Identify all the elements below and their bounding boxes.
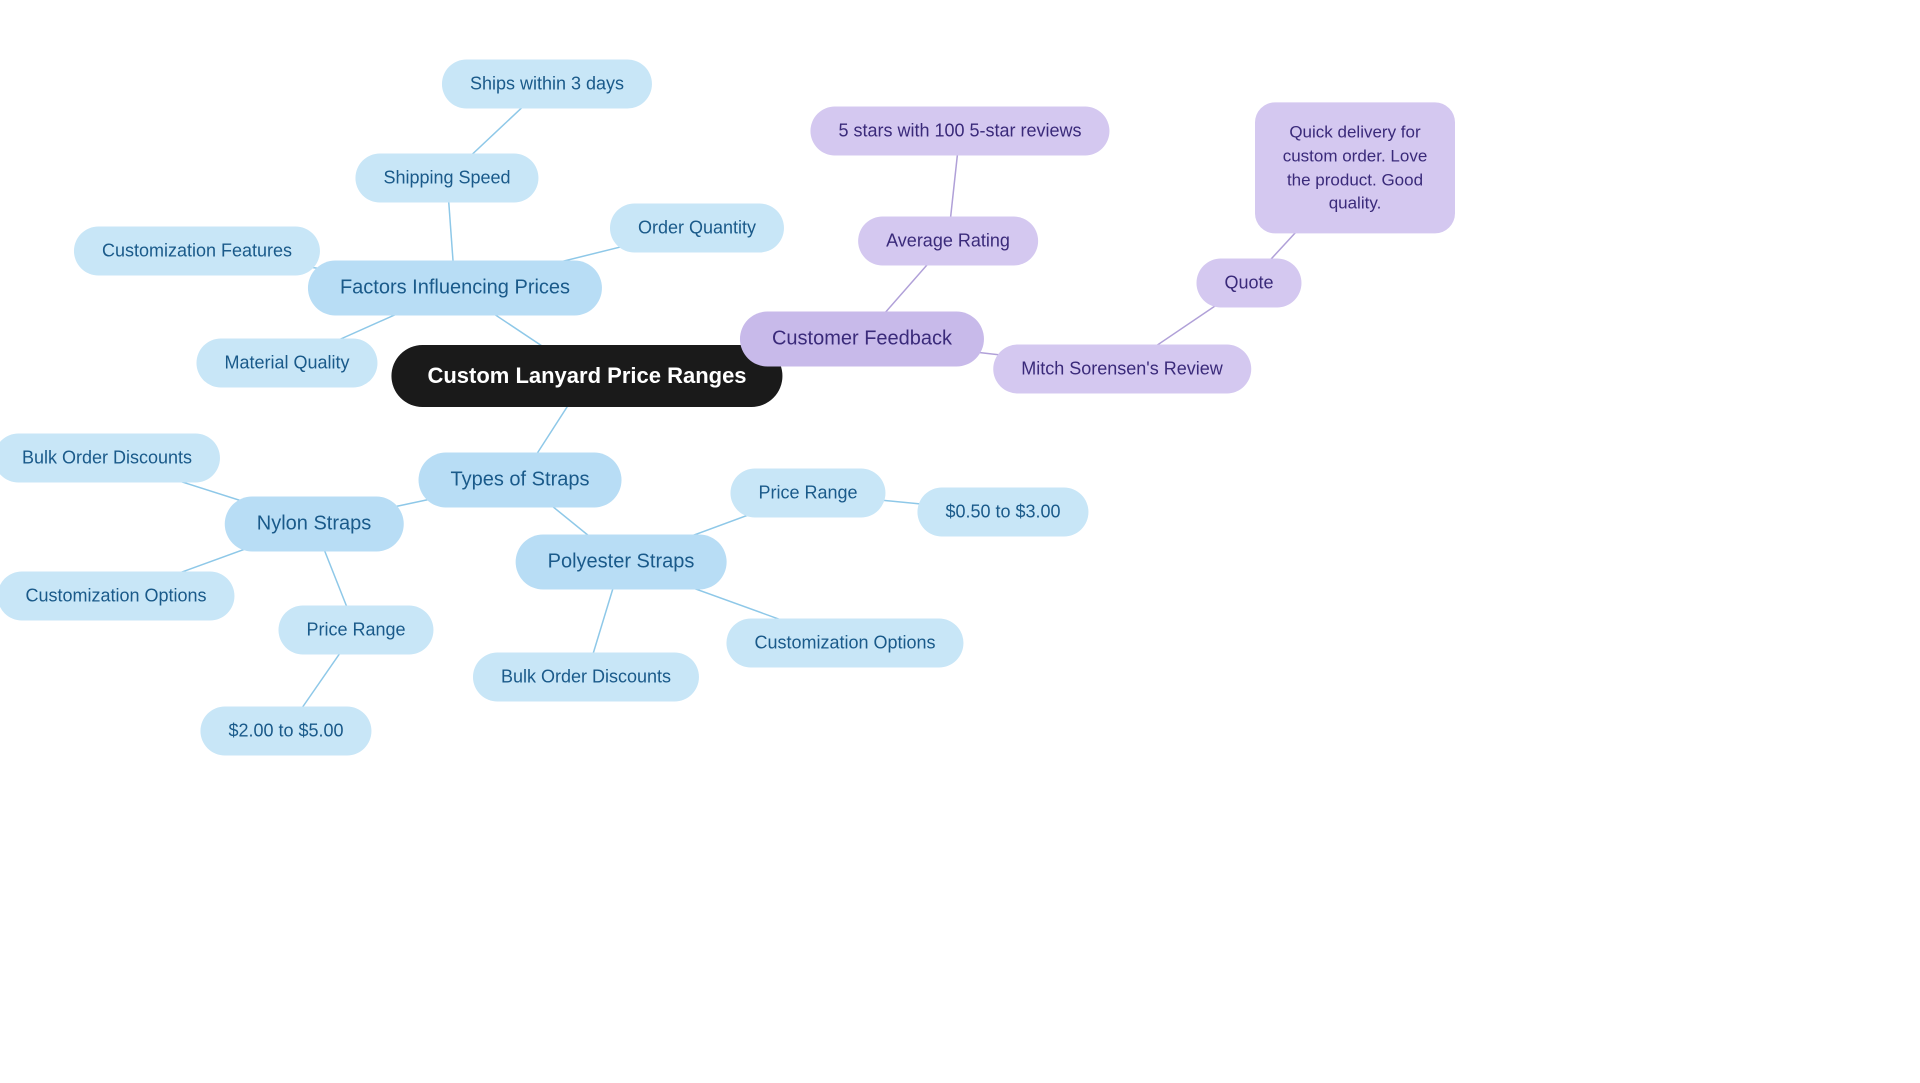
mindmap-container: Custom Lanyard Price Ranges Factors Infl… <box>0 0 1920 1083</box>
quote-label: Quote <box>1224 273 1273 294</box>
customization-options-1-node[interactable]: Customization Options <box>0 572 235 621</box>
average-rating-node[interactable]: Average Rating <box>858 217 1038 266</box>
shipping-speed-label: Shipping Speed <box>383 168 510 189</box>
ships-within-label: Ships within 3 days <box>470 74 624 95</box>
nylon-straps-label: Nylon Straps <box>257 513 372 536</box>
price-value-1-node[interactable]: $2.00 to $5.00 <box>200 707 371 756</box>
customization-options-2-label: Customization Options <box>754 633 935 654</box>
customization-features-label: Customization Features <box>102 241 292 262</box>
price-range-1-node[interactable]: Price Range <box>278 606 433 655</box>
quote-text-label: Quick delivery for custom order. Love th… <box>1279 120 1431 215</box>
bulk-order-discounts-2-node[interactable]: Bulk Order Discounts <box>473 653 699 702</box>
order-quantity-label: Order Quantity <box>638 218 756 239</box>
bulk-order-discounts-1-node[interactable]: Bulk Order Discounts <box>0 434 220 483</box>
factors-influencing-node[interactable]: Factors Influencing Prices <box>308 261 602 316</box>
polyester-straps-node[interactable]: Polyester Straps <box>516 535 727 590</box>
stars-review-node[interactable]: 5 stars with 100 5-star reviews <box>810 107 1109 156</box>
material-quality-node[interactable]: Material Quality <box>196 339 377 388</box>
bulk-order-discounts-1-label: Bulk Order Discounts <box>22 448 192 469</box>
types-of-straps-label: Types of Straps <box>451 469 590 492</box>
shipping-speed-node[interactable]: Shipping Speed <box>355 154 538 203</box>
types-of-straps-node[interactable]: Types of Straps <box>419 453 622 508</box>
price-range-1-label: Price Range <box>306 620 405 641</box>
customer-feedback-node[interactable]: Customer Feedback <box>740 312 984 367</box>
ships-within-node[interactable]: Ships within 3 days <box>442 60 652 109</box>
center-node[interactable]: Custom Lanyard Price Ranges <box>391 345 782 407</box>
price-range-2-node[interactable]: Price Range <box>730 469 885 518</box>
bulk-order-discounts-2-label: Bulk Order Discounts <box>501 667 671 688</box>
price-value-2-node[interactable]: $0.50 to $3.00 <box>917 488 1088 537</box>
center-label: Custom Lanyard Price Ranges <box>427 363 746 389</box>
price-value-2-label: $0.50 to $3.00 <box>945 502 1060 523</box>
average-rating-label: Average Rating <box>886 231 1010 252</box>
price-range-2-label: Price Range <box>758 483 857 504</box>
polyester-straps-label: Polyester Straps <box>548 551 695 574</box>
quote-node[interactable]: Quote <box>1196 259 1301 308</box>
material-quality-label: Material Quality <box>224 353 349 374</box>
customization-options-2-node[interactable]: Customization Options <box>726 619 963 668</box>
factors-influencing-label: Factors Influencing Prices <box>340 277 570 300</box>
mitch-review-node[interactable]: Mitch Sorensen's Review <box>993 345 1251 394</box>
nylon-straps-node[interactable]: Nylon Straps <box>225 497 404 552</box>
order-quantity-node[interactable]: Order Quantity <box>610 204 784 253</box>
customization-options-1-label: Customization Options <box>25 586 206 607</box>
customer-feedback-label: Customer Feedback <box>772 328 952 351</box>
quote-text-node[interactable]: Quick delivery for custom order. Love th… <box>1255 102 1455 233</box>
price-value-1-label: $2.00 to $5.00 <box>228 721 343 742</box>
mitch-review-label: Mitch Sorensen's Review <box>1021 359 1223 380</box>
stars-review-label: 5 stars with 100 5-star reviews <box>838 121 1081 142</box>
customization-features-node[interactable]: Customization Features <box>74 227 320 276</box>
